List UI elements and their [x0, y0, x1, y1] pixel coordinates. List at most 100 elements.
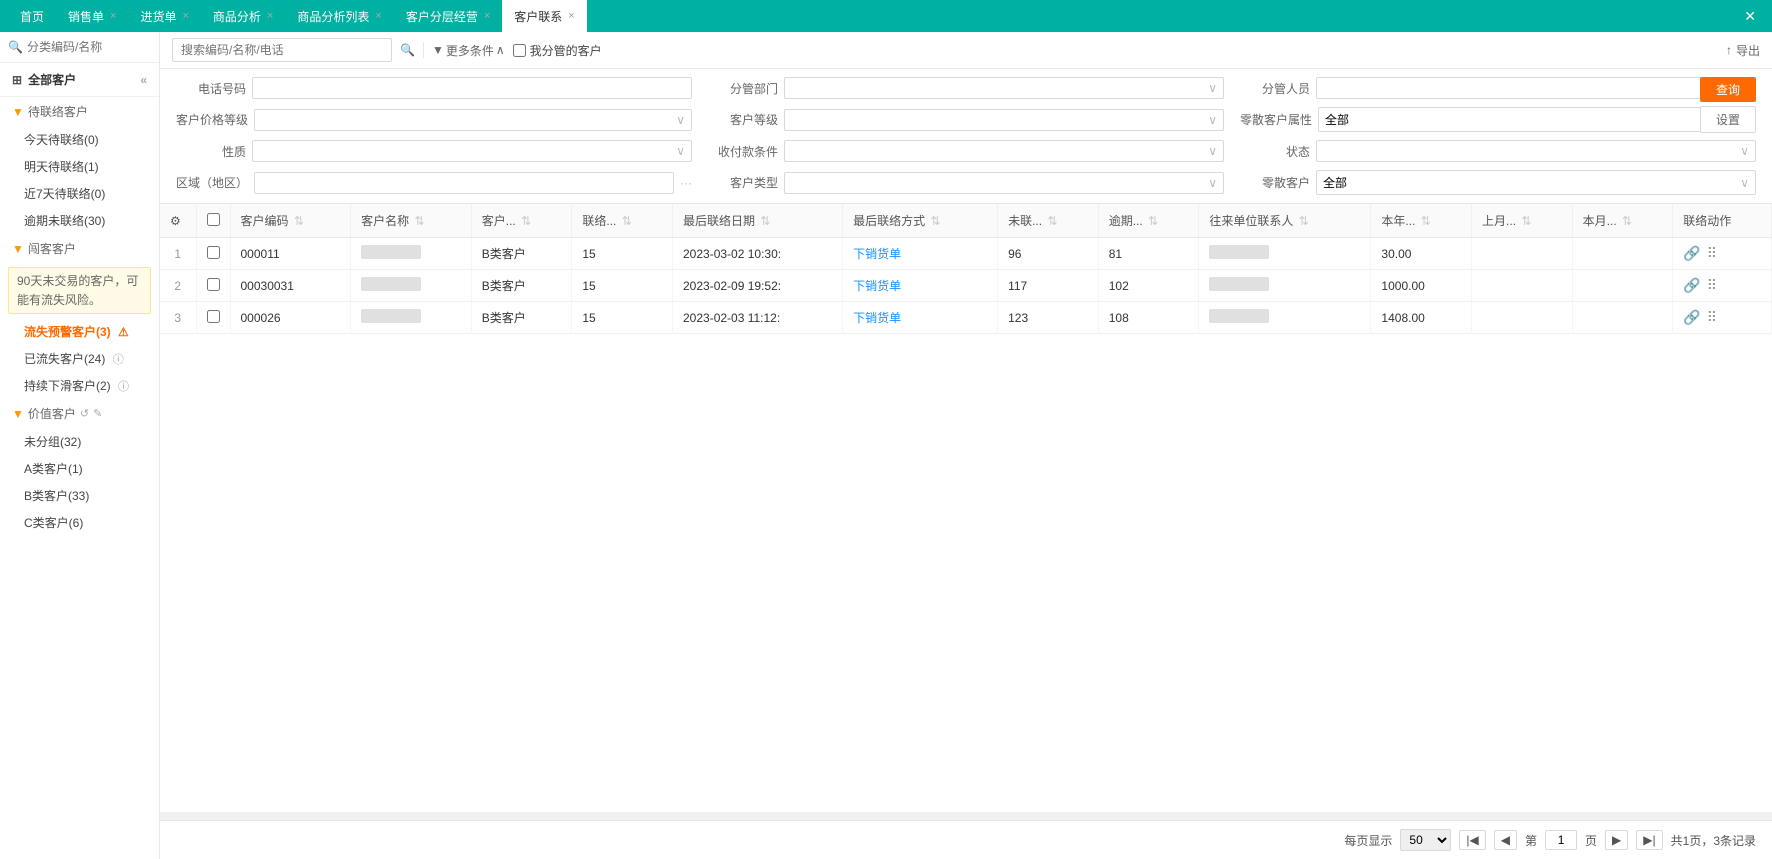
- row-action-1[interactable]: 🔗 ⠿: [1673, 270, 1772, 302]
- next-page-btn[interactable]: ▶: [1605, 830, 1628, 850]
- tab-purchase[interactable]: 进货单 ×: [128, 0, 200, 32]
- filter-manager-input[interactable]: [1316, 77, 1738, 99]
- filter-status-select[interactable]: ∨: [1316, 140, 1756, 162]
- more-action-icon[interactable]: ⠿: [1707, 309, 1717, 326]
- page-number-input[interactable]: [1545, 830, 1577, 850]
- more-action-icon[interactable]: ⠿: [1707, 277, 1717, 294]
- filter-retail-select[interactable]: 全部 ∨: [1316, 170, 1756, 195]
- filter-nature-select[interactable]: ∨: [252, 140, 692, 162]
- tab-home[interactable]: 首页: [8, 0, 56, 32]
- my-customers-checkbox-label[interactable]: 我分管的客户: [513, 42, 602, 59]
- filter-price-select[interactable]: ∨: [254, 109, 692, 131]
- sidebar-item-overdue[interactable]: 逾期未联络(30): [0, 207, 159, 234]
- sidebar-group-pending-title[interactable]: ▼ 待联络客户: [0, 97, 159, 126]
- row-last-method-0[interactable]: 下销货单: [843, 238, 998, 270]
- th-last-month[interactable]: 上月... ⇅: [1472, 204, 1573, 238]
- filter-manager-label: 分管人员: [1240, 80, 1310, 97]
- sidebar-item-c-class[interactable]: C类客户(6): [0, 509, 159, 536]
- th-last-date[interactable]: 最后联络日期 ⇅: [673, 204, 843, 238]
- th-contact[interactable]: 联络... ⇅: [572, 204, 673, 238]
- filter-phone-input[interactable]: [252, 77, 692, 99]
- query-button[interactable]: 查询: [1700, 77, 1756, 102]
- filter-search-icon[interactable]: 🔍: [400, 43, 415, 57]
- export-btn[interactable]: ↑ 导出: [1726, 42, 1760, 59]
- th-name[interactable]: 客户名称 ⇅: [351, 204, 472, 238]
- settings-button[interactable]: 设置: [1700, 106, 1756, 133]
- collapse-icon[interactable]: «: [140, 73, 147, 87]
- sidebar-group-value-title[interactable]: ▼ 价值客户 ↺ ✎: [0, 399, 159, 428]
- tab-analysis-list-close[interactable]: ×: [375, 10, 381, 22]
- link-icon[interactable]: 🔗: [1683, 245, 1700, 262]
- th-type[interactable]: 客户... ⇅: [471, 204, 572, 238]
- filter-dept-select[interactable]: ∨: [784, 77, 1224, 99]
- sidebar-item-lost[interactable]: 已流失客户(24) ⓘ: [0, 345, 159, 372]
- tab-analysis-close[interactable]: ×: [267, 10, 273, 22]
- filter-area-input[interactable]: [254, 172, 674, 194]
- th-this-year[interactable]: 本年... ⇅: [1371, 204, 1472, 238]
- sidebar-item-today[interactable]: 今天待联络(0): [0, 126, 159, 153]
- filter-payment-select[interactable]: ∨: [784, 140, 1224, 162]
- filter-level-select[interactable]: ∨: [784, 109, 1224, 131]
- my-customers-checkbox[interactable]: [513, 44, 526, 57]
- row-action-0[interactable]: 🔗 ⠿: [1673, 238, 1772, 270]
- sidebar-item-a-class[interactable]: A类客户(1): [0, 455, 159, 482]
- sidebar-item-7days[interactable]: 近7天待联络(0): [0, 180, 159, 207]
- tab-customer-contact[interactable]: 客户联系 ×: [502, 0, 586, 32]
- row-checkbox-2[interactable]: [196, 302, 230, 334]
- th-no-contact[interactable]: 未联... ⇅: [998, 204, 1099, 238]
- more-conditions-btn[interactable]: ▼ 更多条件 ∧: [432, 42, 505, 59]
- tab-sales[interactable]: 销售单 ×: [56, 0, 128, 32]
- tab-analysis-list[interactable]: 商品分析列表 ×: [285, 0, 393, 32]
- search-input[interactable]: [172, 38, 392, 62]
- link-icon[interactable]: 🔗: [1683, 277, 1700, 294]
- th-this-month[interactable]: 本月... ⇅: [1572, 204, 1673, 238]
- row-num-0: 1: [160, 238, 196, 270]
- select-all-checkbox[interactable]: [207, 213, 220, 226]
- row-code-1: 00030031: [230, 270, 351, 302]
- filter-customer-type-select[interactable]: ∨: [784, 172, 1224, 194]
- th-last-method[interactable]: 最后联络方式 ⇅: [843, 204, 998, 238]
- filter-credit-select[interactable]: 全部 ∨: [1318, 107, 1756, 132]
- edit-icon[interactable]: ✎: [93, 407, 102, 420]
- th-settings[interactable]: ⚙: [160, 204, 196, 238]
- link-icon[interactable]: 🔗: [1683, 309, 1700, 326]
- row-last-method-1[interactable]: 下销货单: [843, 270, 998, 302]
- adv-filter-panel: 电话号码 分管部门 ∨ 分管人员 ··· 客户价格等级 ∨: [160, 69, 1772, 204]
- sidebar-search-input[interactable]: [27, 40, 182, 54]
- more-action-icon[interactable]: ⠿: [1707, 245, 1717, 262]
- sidebar-item-b-class[interactable]: B类客户(33): [0, 482, 159, 509]
- tab-customer-layer-close[interactable]: ×: [484, 10, 490, 22]
- sidebar-item-tomorrow[interactable]: 明天待联络(1): [0, 153, 159, 180]
- tab-purchase-close[interactable]: ×: [182, 10, 188, 22]
- row-checkbox-0[interactable]: [196, 238, 230, 270]
- area-dots-icon[interactable]: ···: [680, 176, 692, 190]
- th-overdue[interactable]: 逾期... ⇅: [1098, 204, 1199, 238]
- row-last-method-2[interactable]: 下销货单: [843, 302, 998, 334]
- first-page-btn[interactable]: |◀: [1459, 830, 1485, 850]
- row-name-2: [351, 302, 472, 334]
- sidebar-item-churn-warning[interactable]: 流失预警客户(3) ⚠: [0, 318, 159, 345]
- th-code[interactable]: 客户编码 ⇅: [230, 204, 351, 238]
- row-checkbox-1[interactable]: [196, 270, 230, 302]
- tab-sales-close[interactable]: ×: [110, 10, 116, 22]
- sidebar-item-declining[interactable]: 持续下滑客户(2) ⓘ: [0, 372, 159, 399]
- horizontal-scrollbar[interactable]: [160, 812, 1772, 820]
- tab-customer-layer-label: 客户分层经营: [406, 8, 478, 25]
- refresh-icon[interactable]: ↺: [80, 407, 89, 420]
- page-size-select[interactable]: 20 50 100: [1400, 829, 1451, 851]
- prev-page-btn[interactable]: ◀: [1494, 830, 1517, 850]
- row-action-2[interactable]: 🔗 ⠿: [1673, 302, 1772, 334]
- th-checkbox[interactable]: [196, 204, 230, 238]
- tab-customer-layer[interactable]: 客户分层经营 ×: [394, 0, 502, 32]
- tab-analysis[interactable]: 商品分析 ×: [201, 0, 285, 32]
- filter-dept-label: 分管部门: [708, 80, 778, 97]
- sidebar-group-churn-title[interactable]: ▼ 闯客客户: [0, 234, 159, 263]
- sidebar-item-ungrouped[interactable]: 未分组(32): [0, 428, 159, 455]
- last-page-btn[interactable]: ▶|: [1636, 830, 1662, 850]
- sidebar-root[interactable]: ⊞ 全部客户 «: [0, 63, 159, 97]
- close-window-btn[interactable]: ✕: [1736, 8, 1764, 25]
- tab-customer-contact-close[interactable]: ×: [568, 10, 574, 22]
- arrow-icon-3: ▼: [12, 407, 24, 421]
- row-this-year-2: 1408.00: [1371, 302, 1472, 334]
- th-contact-person[interactable]: 往来单位联系人 ⇅: [1199, 204, 1371, 238]
